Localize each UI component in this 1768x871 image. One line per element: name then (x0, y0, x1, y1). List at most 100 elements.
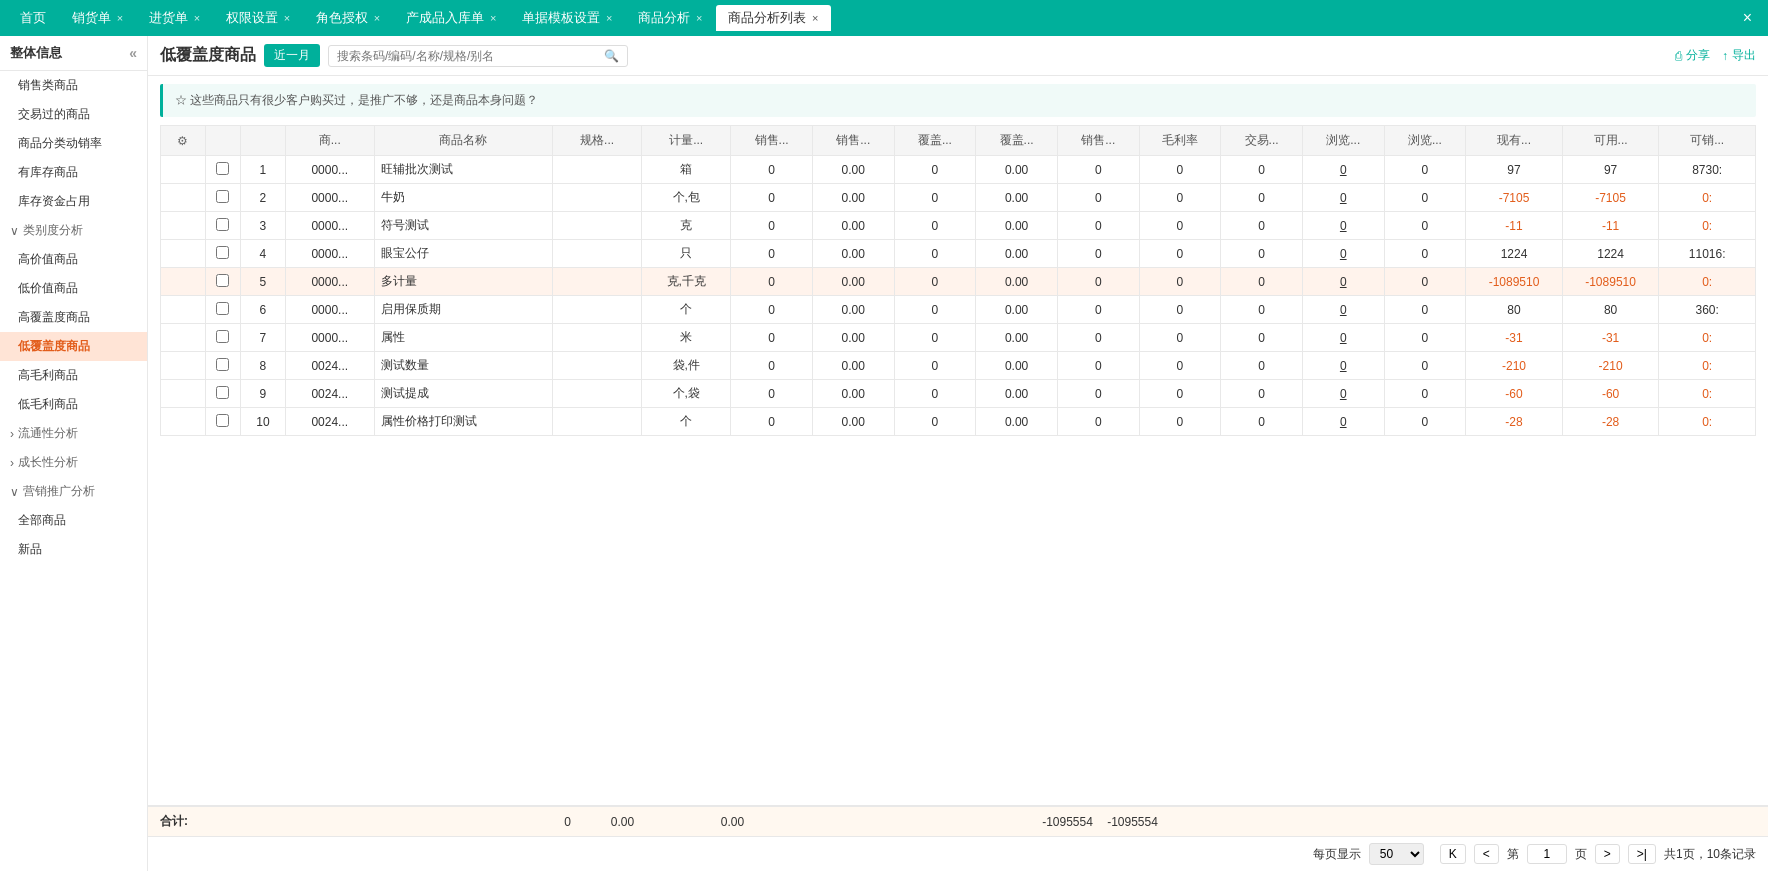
row-checkbox[interactable] (216, 190, 229, 203)
col-spec[interactable]: 规格... (553, 126, 642, 156)
col-sales-amount[interactable]: 销售... (812, 126, 894, 156)
sidebar-item-sales-goods[interactable]: 销售类商品 (0, 71, 147, 100)
nav-roles-close[interactable]: × (374, 12, 380, 24)
col-current[interactable]: 现有... (1466, 126, 1563, 156)
col-browse2[interactable]: 浏览... (1384, 126, 1466, 156)
cell-checkbox[interactable] (205, 380, 241, 408)
prev-page-btn[interactable]: < (1474, 844, 1499, 864)
cell-browse1[interactable]: 0 (1302, 184, 1384, 212)
nav-analysis-list[interactable]: 商品分析列表 × (716, 5, 830, 31)
nav-products-close[interactable]: × (490, 12, 496, 24)
nav-analysis[interactable]: 商品分析 × (626, 5, 714, 31)
col-sales3[interactable]: 销售... (1057, 126, 1139, 156)
nav-purchase[interactable]: 进货单 × (137, 5, 212, 31)
cell-checkbox[interactable] (205, 268, 241, 296)
page-input[interactable] (1527, 844, 1567, 864)
sidebar-item-high-coverage[interactable]: 高覆盖度商品 (0, 303, 147, 332)
sidebar-item-high-margin[interactable]: 高毛利商品 (0, 361, 147, 390)
sidebar-item-low-coverage[interactable]: 低覆盖度商品 (0, 332, 147, 361)
nav-templates-close[interactable]: × (606, 12, 612, 24)
sidebar-collapse-btn[interactable]: « (129, 45, 137, 61)
col-code[interactable]: 商... (285, 126, 374, 156)
last-page-btn[interactable]: >| (1628, 844, 1656, 864)
nav-sales[interactable]: 销货单 × (60, 5, 135, 31)
sidebar-section-growth[interactable]: › 成长性分析 (0, 448, 147, 477)
sidebar-item-stocked-goods[interactable]: 有库存商品 (0, 158, 147, 187)
nav-home[interactable]: 首页 (8, 5, 58, 31)
col-gross[interactable]: 毛利率 (1139, 126, 1221, 156)
period-button[interactable]: 近一月 (264, 44, 320, 67)
sidebar-item-traded-goods[interactable]: 交易过的商品 (0, 100, 147, 129)
page-size-select[interactable]: 50 10 20 100 (1369, 843, 1424, 865)
sidebar-section-marketing[interactable]: ∨ 营销推广分析 (0, 477, 147, 506)
cell-browse1[interactable]: 0 (1302, 324, 1384, 352)
cell-checkbox[interactable] (205, 352, 241, 380)
cell-browse1[interactable]: 0 (1302, 240, 1384, 268)
cell-checkbox[interactable] (205, 296, 241, 324)
cell-trade: 0 (1221, 240, 1303, 268)
sidebar-item-low-margin[interactable]: 低毛利商品 (0, 390, 147, 419)
table-container[interactable]: ⚙ 商... 商品名称 规格... 计量... 销售... 销售... 覆盖..… (148, 125, 1768, 805)
col-name[interactable]: 商品名称 (374, 126, 552, 156)
sidebar-item-new-goods[interactable]: 新品 (0, 535, 147, 564)
pagination-bar: 每页显示 50 10 20 100 K < 第 页 > >| 共1页，10条记录 (148, 836, 1768, 871)
cell-browse1[interactable]: 0 (1302, 156, 1384, 184)
col-browse1[interactable]: 浏览... (1302, 126, 1384, 156)
nav-products[interactable]: 产成品入库单 × (394, 5, 508, 31)
nav-analysis-list-close[interactable]: × (812, 12, 818, 24)
cell-browse1[interactable]: 0 (1302, 352, 1384, 380)
row-checkbox[interactable] (216, 414, 229, 427)
export-button[interactable]: ↑ 导出 (1722, 47, 1756, 64)
search-input[interactable] (337, 49, 600, 63)
cell-browse1[interactable]: 0 (1302, 212, 1384, 240)
col-settings[interactable]: ⚙ (161, 126, 206, 156)
sidebar-section-liquidity[interactable]: › 流通性分析 (0, 419, 147, 448)
col-saleable[interactable]: 可销... (1659, 126, 1756, 156)
nav-permissions-close[interactable]: × (284, 12, 290, 24)
row-checkbox[interactable] (216, 162, 229, 175)
col-sales-count[interactable]: 销售... (731, 126, 813, 156)
cell-checkbox[interactable] (205, 212, 241, 240)
cell-browse1[interactable]: 0 (1302, 380, 1384, 408)
share-button[interactable]: ⎙ 分享 (1675, 47, 1710, 64)
cell-browse1[interactable]: 0 (1302, 408, 1384, 436)
table-row: 4 0000... 眼宝公仔 只 0 0.00 0 0.00 0 0 0 0 0… (161, 240, 1756, 268)
col-cover2[interactable]: 覆盖... (976, 126, 1058, 156)
nav-roles[interactable]: 角色授权 × (304, 5, 392, 31)
settings-icon[interactable]: ⚙ (177, 134, 188, 148)
row-checkbox[interactable] (216, 302, 229, 315)
sidebar-item-all-goods[interactable]: 全部商品 (0, 506, 147, 535)
sidebar-item-category-rate[interactable]: 商品分类动销率 (0, 129, 147, 158)
nav-purchase-close[interactable]: × (194, 12, 200, 24)
row-checkbox[interactable] (216, 330, 229, 343)
nav-analysis-close[interactable]: × (696, 12, 702, 24)
cell-browse1[interactable]: 0 (1302, 268, 1384, 296)
sidebar-item-high-value[interactable]: 高价值商品 (0, 245, 147, 274)
col-cover1[interactable]: 覆盖... (894, 126, 976, 156)
cell-checkbox[interactable] (205, 324, 241, 352)
nav-sales-close[interactable]: × (117, 12, 123, 24)
col-available[interactable]: 可用... (1562, 126, 1659, 156)
sidebar-section-category[interactable]: ∨ 类别度分析 (0, 216, 147, 245)
col-unit[interactable]: 计量... (642, 126, 731, 156)
first-page-btn[interactable]: K (1440, 844, 1466, 864)
row-checkbox[interactable] (216, 246, 229, 259)
row-checkbox[interactable] (216, 386, 229, 399)
cell-checkbox[interactable] (205, 156, 241, 184)
cell-browse1[interactable]: 0 (1302, 296, 1384, 324)
row-checkbox[interactable] (216, 218, 229, 231)
nav-close-all-btn[interactable]: × (1735, 9, 1760, 27)
cell-checkbox[interactable] (205, 184, 241, 212)
next-page-btn[interactable]: > (1595, 844, 1620, 864)
cell-checkbox[interactable] (205, 240, 241, 268)
nav-templates[interactable]: 单据模板设置 × (510, 5, 624, 31)
cell-checkbox[interactable] (205, 408, 241, 436)
col-trade[interactable]: 交易... (1221, 126, 1303, 156)
row-checkbox[interactable] (216, 274, 229, 287)
search-icon[interactable]: 🔍 (604, 49, 619, 63)
row-checkbox[interactable] (216, 358, 229, 371)
cell-sales-count: 0 (731, 240, 813, 268)
sidebar-item-inventory-capital[interactable]: 库存资金占用 (0, 187, 147, 216)
nav-permissions[interactable]: 权限设置 × (214, 5, 302, 31)
sidebar-item-low-value[interactable]: 低价值商品 (0, 274, 147, 303)
